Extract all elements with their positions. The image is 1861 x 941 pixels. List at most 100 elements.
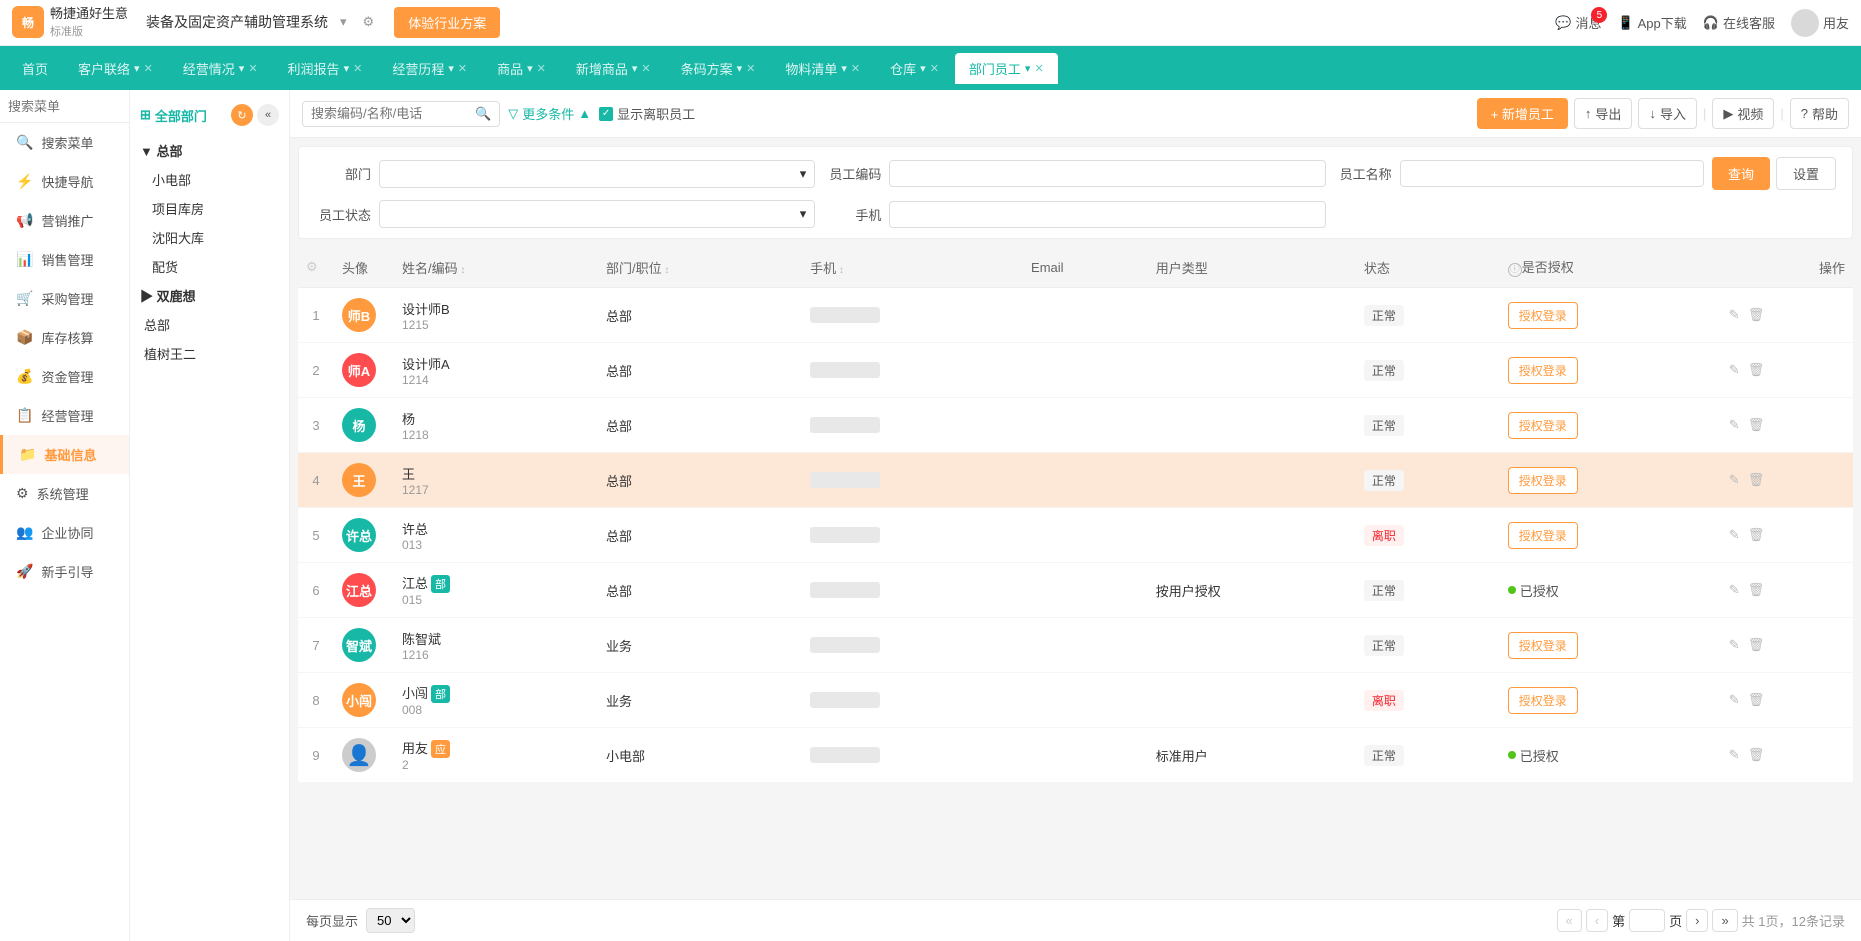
import-button[interactable]: ↓ 导入: [1638, 98, 1697, 129]
col-name-header[interactable]: 姓名/编码: [394, 247, 598, 288]
edit-icon[interactable]: ✎: [1729, 307, 1740, 323]
tab-close-icon[interactable]: ✕: [930, 62, 939, 75]
nav-tab-仓库[interactable]: 仓库▾✕: [876, 53, 953, 84]
delete-icon[interactable]: 🗑: [1748, 747, 1765, 763]
edit-icon[interactable]: ✎: [1729, 582, 1740, 598]
dept-refresh-button[interactable]: ↻: [231, 104, 253, 126]
query-button[interactable]: 查询: [1712, 157, 1770, 190]
delete-icon[interactable]: 🗑: [1748, 527, 1765, 543]
page-number-input[interactable]: 1: [1629, 909, 1665, 932]
last-page-button[interactable]: »: [1712, 909, 1737, 932]
delete-icon[interactable]: 🗑: [1748, 637, 1765, 653]
dept-item-zongbu2[interactable]: 总部: [130, 310, 289, 339]
dept-tree-parent-zongbu[interactable]: ▼ 总部: [130, 136, 289, 165]
tab-close-icon[interactable]: ✕: [537, 62, 546, 75]
nav-tab-商品[interactable]: 商品▾✕: [483, 53, 560, 84]
edit-icon[interactable]: ✎: [1729, 527, 1740, 543]
tab-close-icon[interactable]: ✕: [746, 62, 755, 75]
tab-close-icon[interactable]: ✕: [144, 62, 153, 75]
sidebar-item-8[interactable]: 📁 基础信息: [0, 435, 129, 474]
app-download-button[interactable]: 📱 App下载: [1617, 13, 1686, 32]
export-button[interactable]: ↑ 导出: [1574, 98, 1633, 129]
page-size-select[interactable]: 50: [366, 908, 415, 933]
nav-tab-首页[interactable]: 首页: [8, 53, 62, 84]
tab-close-icon[interactable]: ✕: [641, 62, 650, 75]
more-conditions-button[interactable]: ▽ 更多条件 ▲: [508, 104, 591, 123]
nav-tab-客户联络[interactable]: 客户联络▾✕: [64, 53, 167, 84]
delete-icon[interactable]: 🗑: [1748, 417, 1765, 433]
search-input[interactable]: [311, 106, 471, 121]
sidebar-item-1[interactable]: ⚡ 快捷导航: [0, 162, 129, 201]
edit-icon[interactable]: ✎: [1729, 747, 1740, 763]
sidebar-item-6[interactable]: 💰 资金管理: [0, 357, 129, 396]
tab-close-icon[interactable]: ✕: [248, 62, 257, 75]
edit-icon[interactable]: ✎: [1729, 362, 1740, 378]
dept-tree-parent-shuanglu[interactable]: ▶ 双鹿想: [130, 281, 289, 310]
tab-close-icon[interactable]: ✕: [458, 62, 467, 75]
dept-item-shenyang[interactable]: 沈阳大库: [130, 223, 289, 252]
tab-close-icon[interactable]: ✕: [1034, 62, 1043, 75]
delete-icon[interactable]: 🗑: [1748, 362, 1765, 378]
delete-icon[interactable]: 🗑: [1748, 582, 1765, 598]
sidebar-search-input[interactable]: [8, 99, 130, 114]
nav-tab-物料清单[interactable]: 物料清单▾✕: [771, 53, 874, 84]
nav-tab-部门员工[interactable]: 部门员工▾✕: [955, 53, 1058, 84]
edit-icon[interactable]: ✎: [1729, 417, 1740, 433]
show-resigned-toggle[interactable]: ✓ 显示离职员工: [599, 104, 695, 123]
auth-button[interactable]: 授权登录: [1508, 522, 1578, 549]
first-page-button[interactable]: «: [1557, 909, 1582, 932]
nav-tab-利润报告[interactable]: 利润报告▾✕: [274, 53, 377, 84]
nav-tab-条码方案[interactable]: 条码方案▾✕: [667, 53, 770, 84]
sidebar-item-2[interactable]: 📢 营销推广: [0, 201, 129, 240]
auth-button[interactable]: 授权登录: [1508, 467, 1578, 494]
employee-code-input[interactable]: [889, 160, 1325, 187]
next-page-button[interactable]: ›: [1686, 909, 1708, 932]
sidebar-item-0[interactable]: 🔍 搜索菜单: [0, 123, 129, 162]
filter-dept-select[interactable]: ▾: [379, 160, 815, 188]
sidebar-item-4[interactable]: 🛒 采购管理: [0, 279, 129, 318]
dept-item-xiaodianbu[interactable]: 小电部: [130, 165, 289, 194]
reset-button[interactable]: 设置: [1776, 157, 1836, 190]
edit-icon[interactable]: ✎: [1729, 692, 1740, 708]
trial-button[interactable]: 体验行业方案: [394, 7, 500, 38]
dept-collapse-button[interactable]: «: [257, 104, 279, 126]
prev-page-button[interactable]: ‹: [1586, 909, 1608, 932]
auth-button[interactable]: 授权登录: [1508, 357, 1578, 384]
sidebar-item-11[interactable]: 🚀 新手引导: [0, 552, 129, 591]
nav-tab-经营情况[interactable]: 经营情况▾✕: [169, 53, 272, 84]
sidebar-item-9[interactable]: ⚙ 系统管理: [0, 474, 129, 513]
help-button[interactable]: ? 帮助: [1790, 98, 1849, 129]
online-service-button[interactable]: 🎧 在线客服: [1703, 13, 1775, 32]
edit-icon[interactable]: ✎: [1729, 472, 1740, 488]
col-phone-header[interactable]: 手机: [802, 247, 1023, 288]
auth-info-icon[interactable]: ⓘ: [1508, 263, 1522, 277]
phone-input[interactable]: [889, 201, 1325, 228]
auth-button[interactable]: 授权登录: [1508, 412, 1578, 439]
view-button[interactable]: ▶ 视频: [1712, 98, 1774, 129]
delete-icon[interactable]: 🗑: [1748, 692, 1765, 708]
dept-item-xiangmu[interactable]: 项目库房: [130, 194, 289, 223]
delete-icon[interactable]: 🗑: [1748, 307, 1765, 323]
auth-button[interactable]: 授权登录: [1508, 302, 1578, 329]
auth-button[interactable]: 授权登录: [1508, 632, 1578, 659]
sidebar-item-7[interactable]: 📋 经营管理: [0, 396, 129, 435]
employee-name-input[interactable]: [1400, 160, 1704, 187]
nav-tab-经营历程[interactable]: 经营历程▾✕: [378, 53, 481, 84]
sidebar-item-10[interactable]: 👥 企业协同: [0, 513, 129, 552]
delete-icon[interactable]: 🗑: [1748, 472, 1765, 488]
sidebar-item-3[interactable]: 📊 销售管理: [0, 240, 129, 279]
filter-status-select[interactable]: ▾: [379, 200, 815, 228]
col-dept-header[interactable]: 部门/职位: [598, 247, 802, 288]
dept-item-zhishu[interactable]: 植树王二: [130, 339, 289, 368]
dept-item-peihuo[interactable]: 配货: [130, 252, 289, 281]
sidebar-item-5[interactable]: 📦 库存核算: [0, 318, 129, 357]
auth-button[interactable]: 授权登录: [1508, 687, 1578, 714]
message-button[interactable]: 💬 5 消息: [1555, 13, 1601, 32]
user-menu[interactable]: 用友: [1791, 9, 1849, 37]
edit-icon[interactable]: ✎: [1729, 637, 1740, 653]
add-employee-button[interactable]: + 新增员工: [1477, 98, 1568, 129]
tab-close-icon[interactable]: ✕: [851, 62, 860, 75]
nav-tab-新增商品[interactable]: 新增商品▾✕: [562, 53, 665, 84]
tab-close-icon[interactable]: ✕: [353, 62, 362, 75]
column-settings-icon[interactable]: ⚙: [306, 259, 318, 274]
